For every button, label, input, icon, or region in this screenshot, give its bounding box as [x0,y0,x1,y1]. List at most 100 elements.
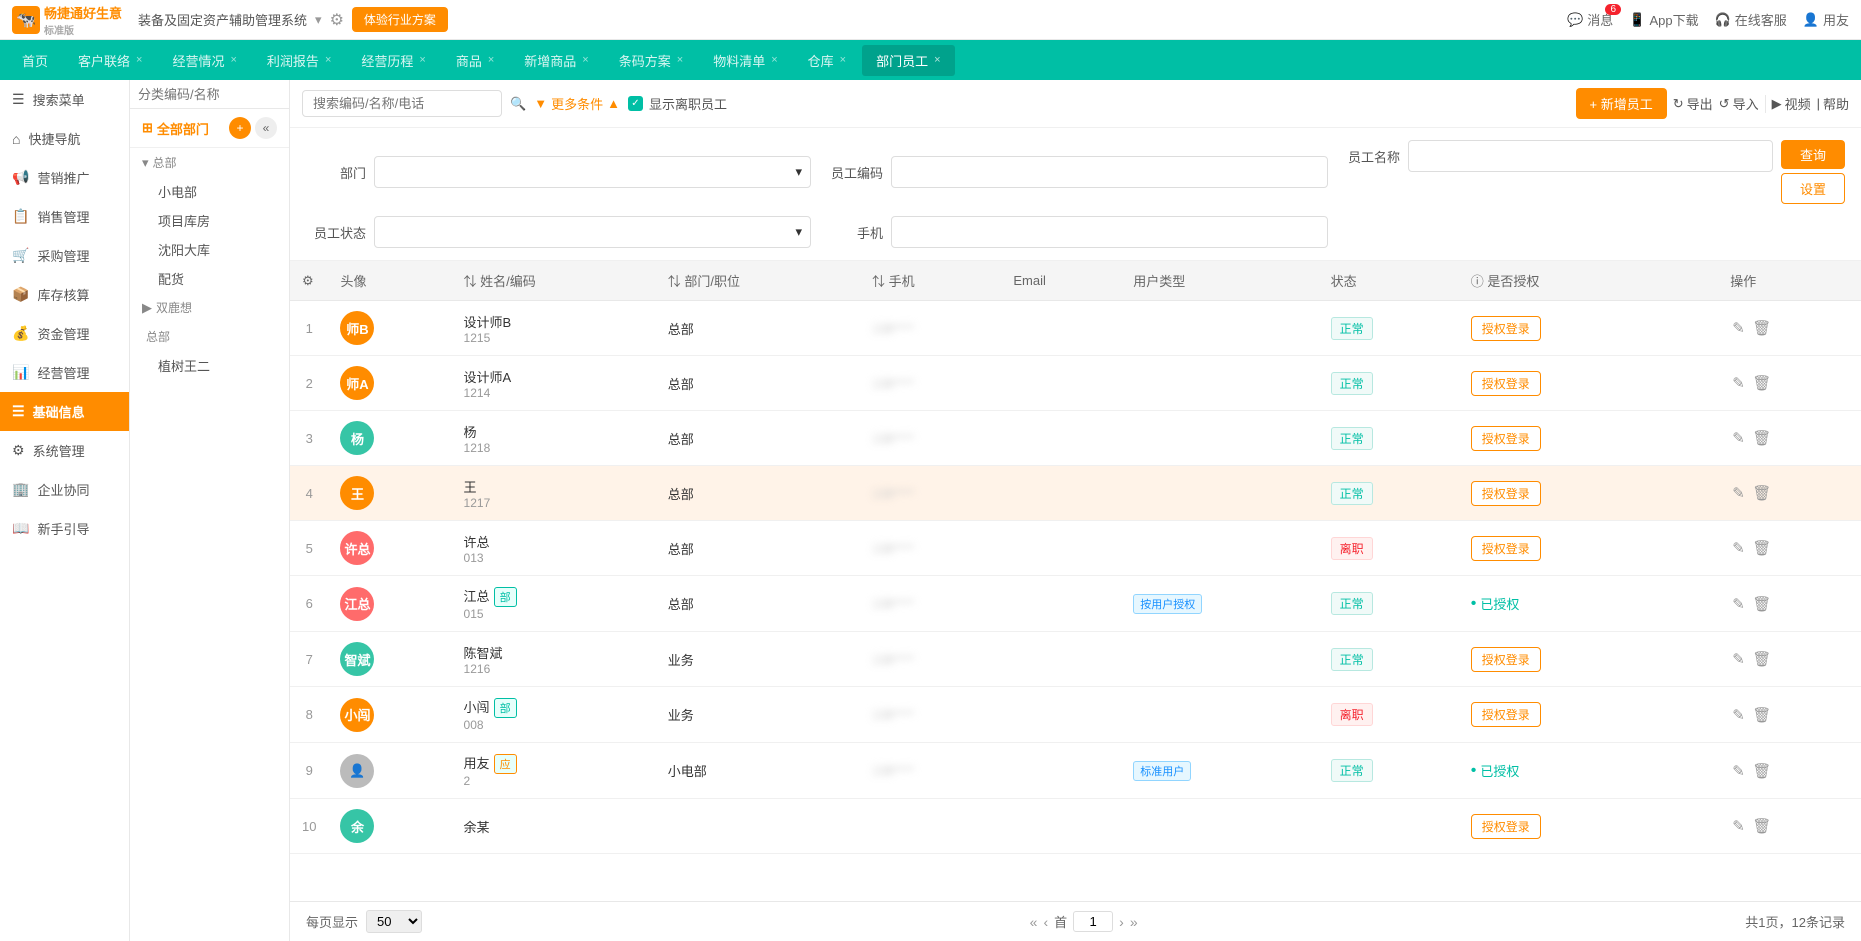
auth-login-button[interactable]: 授权登录 [1471,481,1541,506]
experience-button[interactable]: 体验行业方案 [352,7,448,32]
col-dept[interactable]: ⇅ 部门/职位 [656,261,860,301]
delete-button[interactable]: 🗑 [1750,317,1773,339]
tab-home[interactable]: 首页 [8,45,62,76]
query-button[interactable]: 查询 [1781,140,1845,169]
tab-bom[interactable]: 物料清单 × [699,45,791,76]
page-number-input[interactable] [1073,911,1113,932]
delete-button[interactable]: 🗑 [1750,482,1773,504]
delete-button[interactable]: 🗑 [1750,427,1773,449]
delete-button[interactable]: 🗑 [1750,760,1773,782]
close-icon[interactable]: × [419,54,425,66]
help-button[interactable]: | 帮助 [1817,94,1849,113]
edit-button[interactable]: ✎ [1730,537,1747,559]
dept-search-input[interactable] [138,87,290,102]
dept-add-btn[interactable]: + [229,117,251,139]
collapse-icon[interactable]: ▾ [142,155,149,171]
edit-button[interactable]: ✎ [1730,482,1747,504]
edit-button[interactable]: ✎ [1730,815,1747,837]
auth-login-button[interactable]: 授权登录 [1471,426,1541,451]
edit-button[interactable]: ✎ [1730,372,1747,394]
close-icon[interactable]: × [136,54,142,66]
first-page-button[interactable]: « [1030,914,1038,930]
delete-button[interactable]: 🗑 [1750,372,1773,394]
tab-operation-history[interactable]: 经营历程 × [347,45,439,76]
delete-button[interactable]: 🗑 [1750,815,1773,837]
export-button[interactable]: ↻ 导出 [1673,94,1713,113]
settings-icon[interactable]: ⚙ [330,10,344,30]
tab-add-goods[interactable]: 新增商品 × [510,45,602,76]
sidebar-item-guide[interactable]: 📖 新手引导 [0,509,129,548]
dropdown-arrow-icon[interactable]: ▾ [315,12,322,28]
user-item[interactable]: 👤 用友 [1803,10,1849,29]
sidebar-item-search[interactable]: ☰ 搜索菜单 [0,80,129,119]
edit-button[interactable]: ✎ [1730,648,1747,670]
close-icon[interactable]: × [677,54,683,66]
employee-code-input[interactable] [891,156,1328,188]
tab-dept-employee[interactable]: 部门员工 × [862,45,954,76]
sidebar-item-quick-nav[interactable]: ⌂ 快捷导航 [0,119,129,158]
all-dept-label[interactable]: ⊞ 全部部门 [142,119,209,138]
auth-login-button[interactable]: 授权登录 [1471,371,1541,396]
close-icon[interactable]: × [325,54,331,66]
next-page-button[interactable]: › [1119,914,1124,930]
app-download-item[interactable]: 📱 App下载 [1629,10,1698,29]
prev-page-button[interactable]: ‹ [1043,914,1048,930]
message-item[interactable]: 💬 6 消息 [1567,10,1613,29]
auth-login-button[interactable]: 授权登录 [1471,702,1541,727]
close-icon[interactable]: × [230,54,236,66]
phone-input[interactable] [891,216,1328,248]
dept-collapse-btn[interactable]: « [255,117,277,139]
sidebar-item-enterprise[interactable]: 🏢 企业协同 [0,470,129,509]
delete-button[interactable]: 🗑 [1750,704,1773,726]
auth-login-button[interactable]: 授权登录 [1471,647,1541,672]
close-icon[interactable]: × [582,54,588,66]
tab-warehouse[interactable]: 仓库 × [794,45,860,76]
edit-button[interactable]: ✎ [1730,317,1747,339]
dept-item-distribution[interactable]: 配货 [130,264,289,293]
tab-operation-status[interactable]: 经营情况 × [158,45,250,76]
sidebar-item-inventory[interactable]: 📦 库存核算 [0,275,129,314]
sidebar-item-operations[interactable]: 📊 经营管理 [0,353,129,392]
sidebar-item-system[interactable]: ⚙ 系统管理 [0,431,129,470]
video-button[interactable]: ▶ 视频 [1772,94,1811,113]
auth-login-button[interactable]: 授权登录 [1471,316,1541,341]
auth-login-button[interactable]: 授权登录 [1471,536,1541,561]
tab-barcode[interactable]: 条码方案 × [605,45,697,76]
edit-button[interactable]: ✎ [1730,593,1747,615]
filter-more-button[interactable]: ▼ 更多条件 ▲ [534,94,620,113]
edit-button[interactable]: ✎ [1730,704,1747,726]
page-size-select[interactable]: 50 100 200 [366,910,422,933]
import-button[interactable]: ↺ 导入 [1719,94,1759,113]
edit-button[interactable]: ✎ [1730,427,1747,449]
online-service-item[interactable]: 🎧 在线客服 [1715,10,1787,29]
auth-login-button[interactable]: 授权登录 [1471,814,1541,839]
dept-item-shenyang[interactable]: 沈阳大库 [130,235,289,264]
dept-item-project[interactable]: 项目库房 [130,206,289,235]
reset-button[interactable]: 设置 [1781,173,1845,204]
sidebar-item-purchase[interactable]: 🛒 采购管理 [0,236,129,275]
sidebar-item-marketing[interactable]: 📢 营销推广 [0,158,129,197]
col-settings[interactable]: ⚙ [290,261,328,301]
show-resign-checkbox[interactable]: ✓ [628,96,643,111]
dept-select[interactable]: ▾ [374,156,811,188]
employee-name-input[interactable] [1408,140,1773,172]
show-resign-label[interactable]: ✓ 显示离职员工 [628,94,727,113]
add-employee-button[interactable]: + 新增员工 [1576,88,1667,119]
close-icon[interactable]: × [840,54,846,66]
close-icon[interactable]: × [934,54,940,66]
search-button[interactable]: 🔍 [510,96,526,112]
tab-goods[interactable]: 商品 × [442,45,508,76]
tab-profit-report[interactable]: 利润报告 × [253,45,345,76]
sidebar-item-finance[interactable]: 💰 资金管理 [0,314,129,353]
last-page-button[interactable]: » [1130,914,1138,930]
col-name[interactable]: ⇅ 姓名/编码 [452,261,656,301]
dept-item-xiaodian[interactable]: 小电部 [130,177,289,206]
expand-icon[interactable]: ▶ [142,300,152,316]
close-icon[interactable]: × [771,54,777,66]
sidebar-item-basic-info[interactable]: ☰ 基础信息 [0,392,129,431]
delete-button[interactable]: 🗑 [1750,537,1773,559]
close-icon[interactable]: × [488,54,494,66]
col-phone[interactable]: ⇅ 手机 [860,261,1001,301]
sidebar-item-sales[interactable]: 📋 销售管理 [0,197,129,236]
edit-button[interactable]: ✎ [1730,760,1747,782]
